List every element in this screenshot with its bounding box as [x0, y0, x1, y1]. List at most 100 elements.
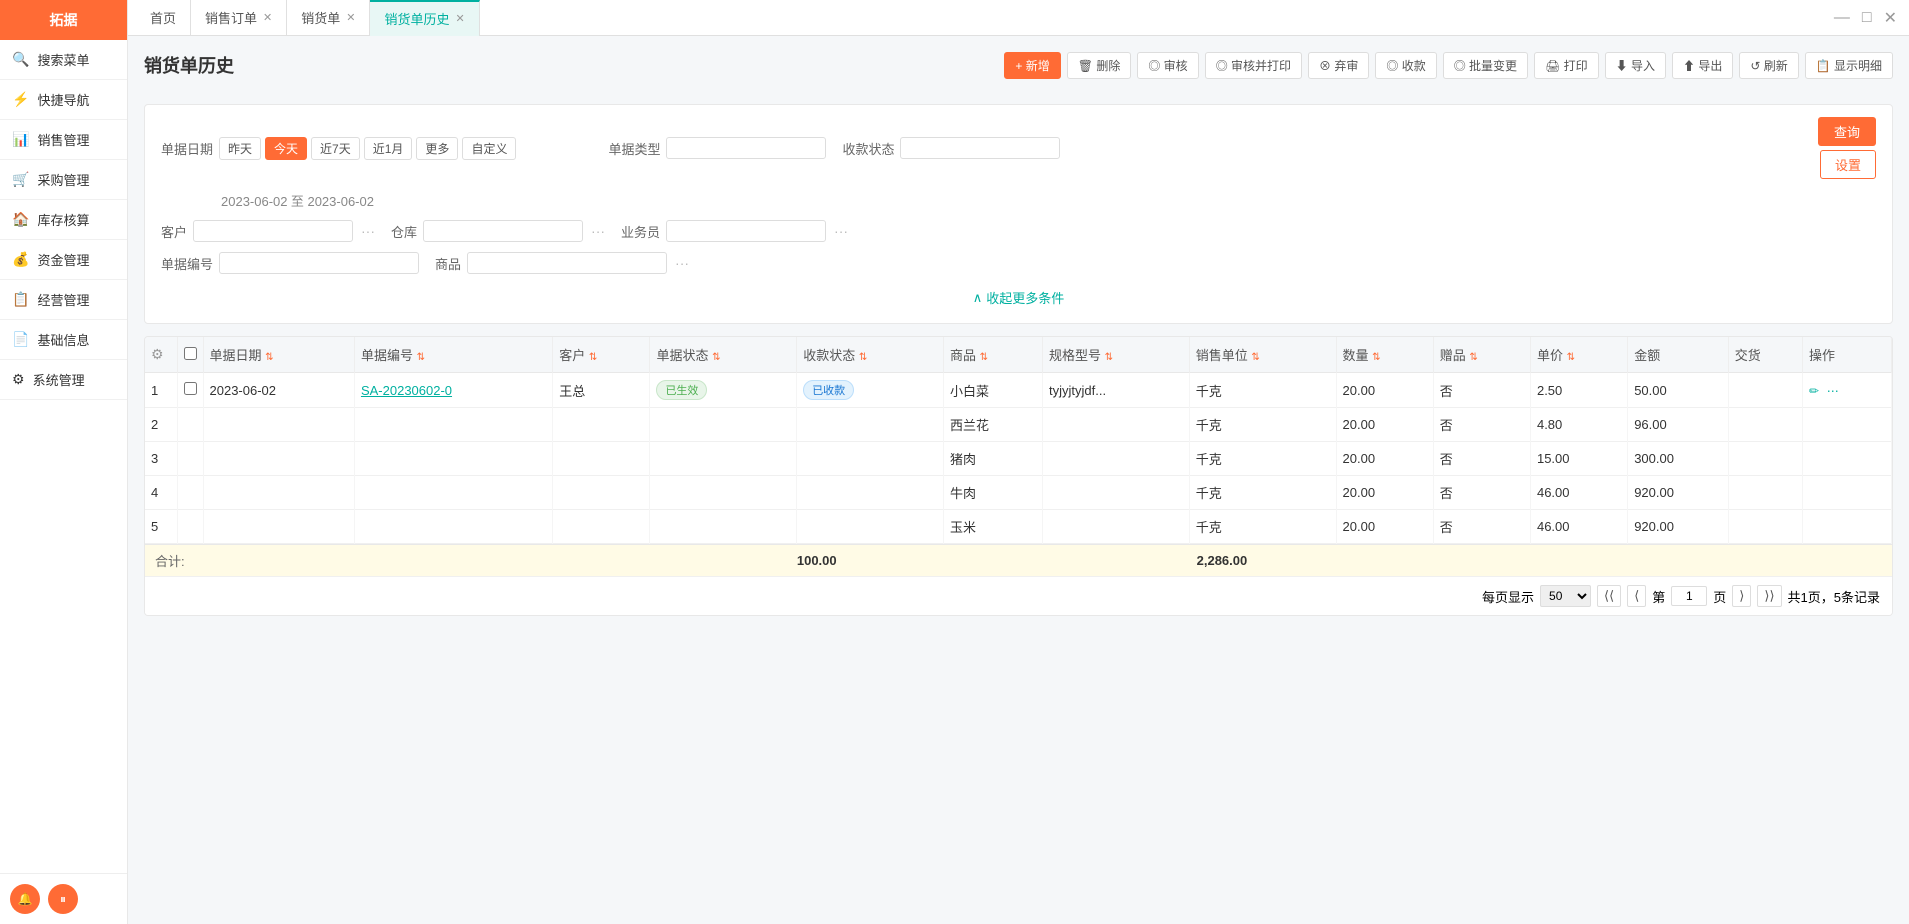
td-customer-4	[553, 476, 650, 510]
filter-payment-status-select[interactable]	[900, 137, 1060, 159]
td-unit-1: 千克	[1189, 373, 1336, 408]
sidebar-item-quick-nav[interactable]: ⚡ 快捷导航	[0, 80, 127, 120]
sidebar-item-operations-mgmt[interactable]: 📋 经营管理	[0, 280, 127, 320]
delete-button[interactable]: 🗑 删除	[1067, 52, 1132, 79]
tab-bar-minimize-icon[interactable]: —	[1830, 7, 1854, 29]
td-spec-5	[1043, 510, 1190, 544]
sidebar-item-finance-mgmt[interactable]: 💰 资金管理	[0, 240, 127, 280]
query-button[interactable]: 查询	[1818, 117, 1876, 146]
td-doc-status-4	[650, 476, 797, 510]
page-first-button[interactable]: ⟨⟨	[1597, 585, 1621, 607]
collapse-button[interactable]: ∧ 收起更多条件	[161, 284, 1876, 311]
review-print-button[interactable]: ◎ 审核并打印	[1205, 52, 1302, 79]
tab-home[interactable]: 首页	[136, 0, 191, 36]
import-button[interactable]: ⬇ 导入	[1605, 52, 1666, 79]
filter-customer-input[interactable]	[193, 220, 353, 242]
th-doc-status[interactable]: 单据状态 ⇅	[650, 337, 797, 373]
sidebar-item-search-menu[interactable]: 🔍 搜索菜单	[0, 40, 127, 80]
filter-salesperson-input[interactable]	[666, 220, 826, 242]
show-detail-button[interactable]: 📋 显示明细	[1805, 52, 1893, 79]
collect-button[interactable]: ◎ 收款	[1375, 52, 1436, 79]
filter-salesperson-dots[interactable]: ···	[834, 223, 848, 239]
sidebar-bottom-btn-2[interactable]: ⏸	[48, 884, 78, 914]
td-doc-status-3	[650, 442, 797, 476]
th-spec[interactable]: 规格型号 ⇅	[1043, 337, 1190, 373]
date-btn-more[interactable]: 更多	[416, 137, 458, 160]
filter-customer-dots[interactable]: ···	[361, 223, 375, 239]
td-amount-4: 920.00	[1628, 476, 1729, 510]
export-button[interactable]: ⬆ 导出	[1672, 52, 1733, 79]
date-btn-7days[interactable]: 近7天	[311, 137, 360, 160]
settings-button[interactable]: 设置	[1820, 150, 1876, 179]
page-next-button[interactable]: ⟩	[1732, 585, 1751, 607]
page-last-button[interactable]: ⟩⟩	[1757, 585, 1781, 607]
tab-sales-goods-close-icon[interactable]: ✕	[346, 11, 355, 24]
th-customer[interactable]: 客户 ⇅	[553, 337, 650, 373]
sidebar-item-inventory[interactable]: 🏠 库存核算	[0, 200, 127, 240]
td-gift-5: 否	[1433, 510, 1530, 544]
sidebar-item-system-mgmt[interactable]: ⚙ 系统管理	[0, 360, 127, 400]
th-gift[interactable]: 赠品 ⇅	[1433, 337, 1530, 373]
th-unit[interactable]: 销售单位 ⇅	[1189, 337, 1336, 373]
refresh-button[interactable]: ↺ 刷新	[1739, 52, 1798, 79]
th-doc-number[interactable]: 单据编号 ⇅	[354, 337, 552, 373]
tab-sales-order-close-icon[interactable]: ✕	[263, 11, 272, 24]
filter-warehouse-dots[interactable]: ···	[591, 223, 605, 239]
sidebar-bottom-btn-1[interactable]: 🔔	[10, 884, 40, 914]
td-quantity-2: 20.00	[1336, 408, 1433, 442]
tab-sales-order[interactable]: 销售订单 ✕	[191, 0, 287, 36]
filter-warehouse-input[interactable]	[423, 220, 583, 242]
date-btn-1month[interactable]: 近1月	[364, 137, 413, 160]
th-unit-price[interactable]: 单价 ⇅	[1530, 337, 1627, 373]
tab-bar-maximize-icon[interactable]: □	[1858, 7, 1876, 29]
page-number-input[interactable]	[1671, 586, 1707, 606]
tab-sales-history[interactable]: 销货单历史 ✕	[370, 0, 479, 36]
doc-number-link-1[interactable]: SA-20230602-0	[361, 383, 452, 398]
sidebar-item-operations-mgmt-label: 经营管理	[37, 290, 89, 309]
th-settings[interactable]: ⚙	[145, 337, 177, 373]
td-transaction-3	[1728, 442, 1802, 476]
sidebar-item-basic-info[interactable]: 📄 基础信息	[0, 320, 127, 360]
td-checkbox-4[interactable]	[177, 476, 203, 510]
select-all-checkbox[interactable]	[184, 347, 197, 360]
th-quantity-label: 数量	[1343, 348, 1369, 363]
filter-goods-input[interactable]	[467, 252, 667, 274]
td-quantity-1: 20.00	[1336, 373, 1433, 408]
th-doc-date[interactable]: 单据日期 ⇅	[203, 337, 354, 373]
sort-doc-date-icon: ⇅	[265, 352, 273, 363]
date-btn-custom[interactable]: 自定义	[462, 137, 516, 160]
td-doc-number-1[interactable]: SA-20230602-0	[354, 373, 552, 408]
row-checkbox-1[interactable]	[184, 382, 197, 395]
tab-bar-close-icon[interactable]: ✕	[1880, 6, 1901, 30]
date-btn-today[interactable]: 今天	[265, 137, 307, 160]
page-prev-button[interactable]: ⟨	[1627, 585, 1646, 607]
tab-sales-history-close-icon[interactable]: ✕	[456, 12, 465, 25]
edit-btn-1[interactable]: ✏	[1809, 384, 1819, 398]
tab-sales-goods[interactable]: 销货单 ✕	[287, 0, 370, 36]
print-button[interactable]: 🖨 打印	[1534, 52, 1599, 79]
date-btn-yesterday[interactable]: 昨天	[219, 137, 261, 160]
abandon-button[interactable]: ⊗ 弃审	[1308, 52, 1369, 79]
review-button[interactable]: ◎ 审核	[1137, 52, 1198, 79]
table-settings-icon[interactable]: ⚙	[151, 346, 164, 362]
td-doc-date-5	[203, 510, 354, 544]
sidebar-item-sales-mgmt[interactable]: 📊 销售管理	[0, 120, 127, 160]
td-operation-4	[1803, 476, 1892, 510]
td-customer-1: 王总	[553, 373, 650, 408]
th-goods[interactable]: 商品 ⇅	[943, 337, 1042, 373]
td-checkbox-3[interactable]	[177, 442, 203, 476]
per-page-select[interactable]: 50 100 200	[1540, 585, 1591, 607]
more-btn-1[interactable]: ⋯	[1827, 384, 1839, 398]
td-checkbox-2[interactable]	[177, 408, 203, 442]
th-payment-status[interactable]: 收款状态 ⇅	[797, 337, 944, 373]
filter-doc-type-select[interactable]	[666, 137, 826, 159]
td-checkbox-1[interactable]	[177, 373, 203, 408]
th-quantity[interactable]: 数量 ⇅	[1336, 337, 1433, 373]
filter-doc-number-input[interactable]	[219, 252, 419, 274]
sidebar-item-purchase-mgmt[interactable]: 🛒 采购管理	[0, 160, 127, 200]
td-checkbox-5[interactable]	[177, 510, 203, 544]
footer-total-quantity: 100.00	[717, 553, 837, 568]
add-button[interactable]: + 新增	[1004, 52, 1060, 79]
filter-goods-dots[interactable]: ···	[675, 255, 689, 271]
batch-change-button[interactable]: ◎ 批量变更	[1443, 52, 1528, 79]
